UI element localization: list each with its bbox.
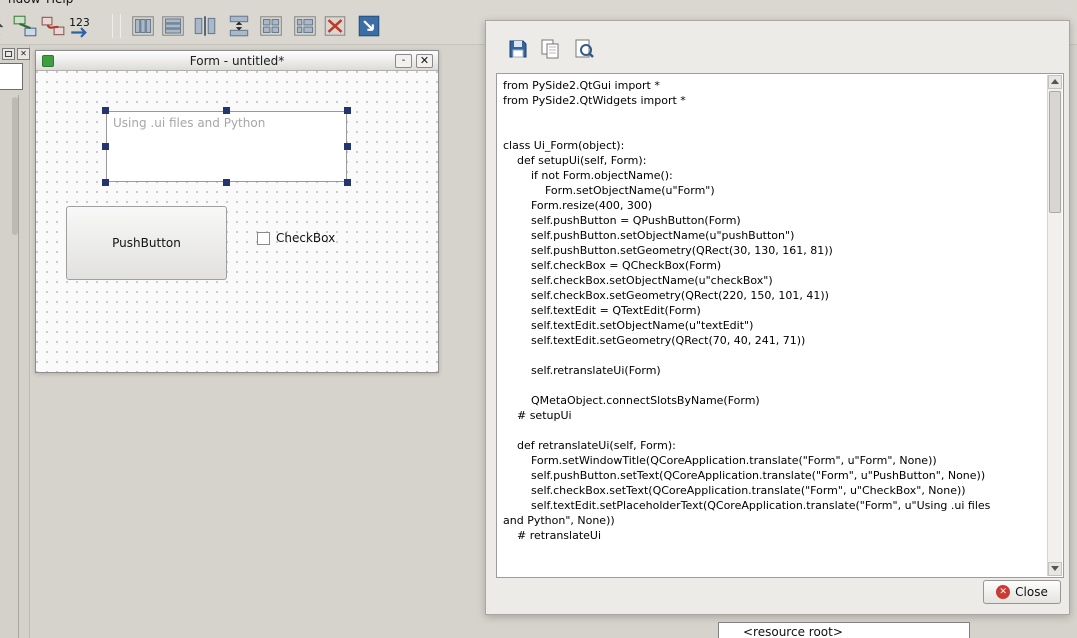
arrow-down-icon [1051, 566, 1059, 571]
close-button-label: Close [1015, 585, 1048, 599]
save-icon[interactable] [506, 37, 530, 61]
code-text: from PySide2.QtGui import * from PySide2… [499, 76, 1045, 575]
resource-root-item[interactable]: <resource root> [719, 623, 969, 638]
layout-horizontal-icon[interactable] [130, 13, 156, 39]
toolbar-separator [112, 14, 113, 38]
scroll-up-button[interactable] [1048, 75, 1062, 89]
selection-handle[interactable] [102, 179, 109, 186]
vertical-scrollbar[interactable] [1047, 75, 1062, 576]
close-button[interactable]: ✕ Close [983, 580, 1061, 604]
layout-splitter-horizontal-icon[interactable] [192, 13, 218, 39]
scroll-down-button[interactable] [1048, 562, 1062, 576]
checkbox-label: CheckBox [276, 231, 335, 245]
close-circle-icon: ✕ [996, 585, 1010, 599]
textedit-widget[interactable]: Using .ui files and Python [106, 111, 347, 182]
svg-text:123: 123 [69, 16, 90, 29]
edit-signals-slots-icon[interactable] [12, 13, 38, 39]
edit-buddies-icon[interactable] [40, 13, 66, 39]
menu-item-window[interactable]: ndow [8, 0, 40, 6]
selection-handle[interactable] [344, 107, 351, 114]
form-titlebar[interactable]: Form - untitled* - ✕ [36, 51, 438, 71]
adjust-size-icon[interactable] [356, 13, 382, 39]
dialog-toolbar [486, 21, 1069, 67]
code-area[interactable]: from PySide2.QtGui import * from PySide2… [496, 73, 1064, 578]
close-icon: ✕ [20, 49, 27, 58]
layout-form-icon[interactable] [292, 13, 318, 39]
edit-widgets-icon[interactable] [0, 13, 10, 39]
widget-filter-input[interactable] [0, 63, 23, 90]
checkbox-widget[interactable]: CheckBox [257, 231, 335, 245]
edit-tab-order-icon[interactable]: 123 [66, 13, 96, 39]
arrow-up-icon [1051, 79, 1059, 84]
break-layout-icon[interactable] [322, 13, 348, 39]
dock-float-button[interactable] [2, 48, 15, 60]
toolbar-separator [120, 14, 121, 38]
form-close-button[interactable]: ✕ [416, 54, 433, 68]
textedit-placeholder: Using .ui files and Python [113, 116, 340, 130]
left-dock-panel: ✕ [0, 45, 30, 638]
selection-handle[interactable] [344, 143, 351, 150]
checkbox-indicator[interactable] [257, 232, 270, 245]
application-window: ndow Help 123 [0, 0, 1077, 638]
selection-handle[interactable] [223, 107, 230, 114]
menu-bar: ndow Help [0, 0, 1077, 7]
resource-browser: <resource root> [718, 622, 970, 638]
float-icon [5, 51, 12, 57]
panel-divider [18, 95, 19, 638]
form-canvas[interactable]: Using .ui files and Python PushButton Ch… [36, 71, 438, 372]
selection-handle[interactable] [344, 179, 351, 186]
selection-handle[interactable] [102, 143, 109, 150]
find-icon[interactable] [572, 37, 596, 61]
scrollbar-thumb[interactable] [1049, 91, 1061, 213]
menu-item-help[interactable]: Help [46, 0, 73, 6]
form-designer-window: Form - untitled* - ✕ Using .ui files and… [35, 50, 439, 373]
code-preview-dialog: from PySide2.QtGui import * from PySide2… [485, 20, 1070, 615]
form-title: Form - untitled* [36, 54, 438, 68]
selection-handle[interactable] [223, 179, 230, 186]
layout-splitter-vertical-icon[interactable] [226, 13, 252, 39]
pushbutton-widget[interactable]: PushButton [66, 206, 227, 280]
form-minimize-button[interactable]: - [395, 54, 412, 68]
dock-close-button[interactable]: ✕ [17, 48, 30, 60]
selection-handle[interactable] [102, 107, 109, 114]
layout-grid-icon[interactable] [258, 13, 284, 39]
layout-vertical-icon[interactable] [160, 13, 186, 39]
left-scrollbar-thumb[interactable] [12, 97, 18, 235]
copy-icon[interactable] [538, 37, 562, 61]
